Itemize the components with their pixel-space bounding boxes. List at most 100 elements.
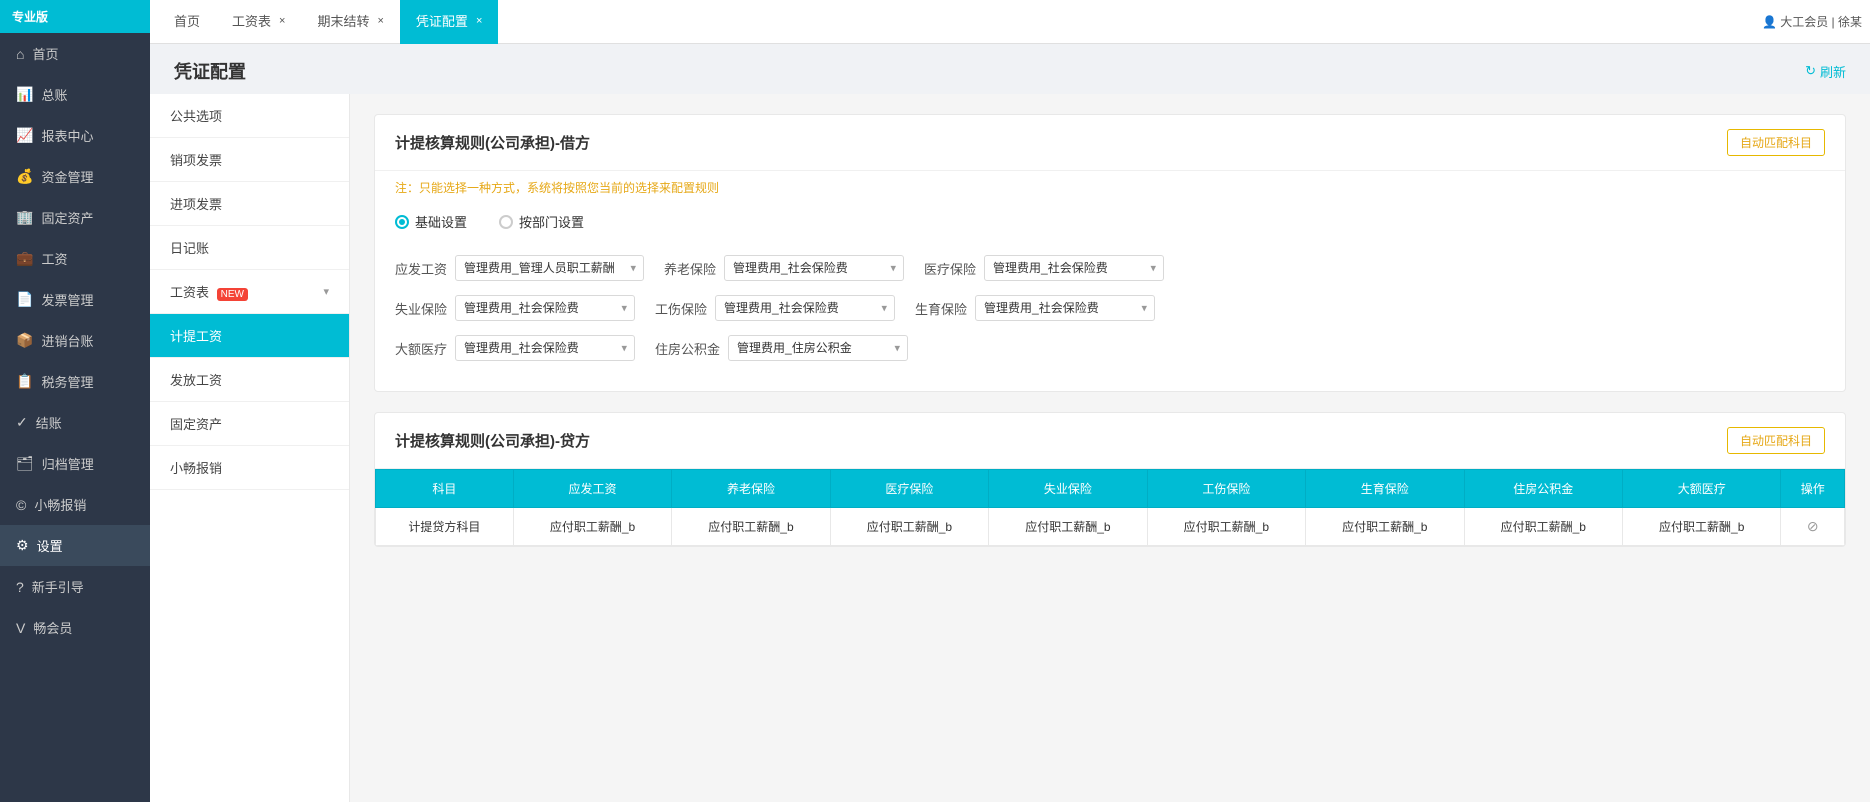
closing-icon: ✓ [16,414,28,431]
refresh-button[interactable]: ↻ 刷新 [1805,62,1846,81]
radio-basic-label: 基础设置 [415,212,467,231]
radio-dept-circle [499,215,513,229]
left-menu-item-debit-invoice[interactable]: 进项发票 [150,182,349,226]
select-injury[interactable]: 管理费用_社会保险费 [715,295,895,321]
refresh-icon: ↻ [1805,63,1816,79]
sidebar-item-reports[interactable]: 📈 报表中心 [0,115,150,156]
tab-salary-label: 工资表 [232,11,271,30]
left-menu-label: 销项发票 [170,150,222,169]
left-menu-label: 日记账 [170,238,209,257]
field-unemployment: 失业保险 管理费用_社会保险费 [395,295,635,321]
sidebar-item-label: 资金管理 [41,167,93,186]
sidebar-item-label: 归档管理 [42,454,94,473]
debit-auto-match-button[interactable]: 自动匹配科目 [1727,129,1825,156]
tab-home[interactable]: 首页 [158,0,216,44]
sidebar-item-closing[interactable]: ✓ 结账 [0,402,150,443]
sidebar-item-tax[interactable]: 📋 税务管理 [0,361,150,402]
th-unemployment: 失业保险 [989,470,1147,508]
tab-voucher-close[interactable]: × [476,15,482,27]
tab-voucher-label: 凭证配置 [416,11,468,30]
form-row-3: 大额医疗 管理费用_社会保险费 住房公积金 管理费用_住 [395,335,1825,361]
left-menu-item-credit-invoice[interactable]: 销项发票 [150,138,349,182]
select-wrapper-large-medical: 管理费用_社会保险费 [455,335,635,361]
label-housing-fund: 住房公积金 [655,339,720,358]
select-pension[interactable]: 管理费用_社会保险费 [724,255,904,281]
radio-group: 基础设置 按部门设置 [375,204,1845,243]
select-wrapper-pension: 管理费用_社会保险费 [724,255,904,281]
select-unemployment[interactable]: 管理费用_社会保险费 [455,295,635,321]
select-large-medical[interactable]: 管理费用_社会保险费 [455,335,635,361]
sidebar-item-label: 首页 [32,44,58,63]
debit-section-header: 计提核算规则(公司承担)-借方 自动匹配科目 [375,115,1845,171]
credit-table: 科目 应发工资 养老保险 医疗保险 失业保险 工伤保险 生育保险 住房公积金 大… [375,469,1845,546]
sidebar-item-purchase-sales[interactable]: 📦 进销台账 [0,320,150,361]
field-large-medical: 大额医疗 管理费用_社会保险费 [395,335,635,361]
tab-voucher-config[interactable]: 凭证配置 × [400,0,498,44]
sidebar-item-fixed-assets[interactable]: 🏢 固定资产 [0,197,150,238]
field-maternity: 生育保险 管理费用_社会保险费 [915,295,1155,321]
td-injury-val: 应付职工薪酬_b [1147,508,1305,546]
main-content: 计提核算规则(公司承担)-借方 自动匹配科目 注：只能选择一种方式，系统将按照您… [350,94,1870,802]
app-version-badge: 专业版 [0,0,150,33]
label-salary: 应发工资 [395,259,447,278]
page-title: 凭证配置 [174,58,246,84]
ledger-icon: 📊 [16,86,33,103]
select-housing-fund[interactable]: 管理费用_住房公积金 [728,335,908,361]
sidebar-item-invoice[interactable]: 📄 发票管理 [0,279,150,320]
left-menu-item-public[interactable]: 公共选项 [150,94,349,138]
fund-icon: 💰 [16,168,33,185]
sidebar-item-fund[interactable]: 💰 资金管理 [0,156,150,197]
tab-salary-close[interactable]: × [279,15,285,27]
credit-auto-match-button[interactable]: 自动匹配科目 [1727,427,1825,454]
left-menu-label: 发放工资 [170,370,222,389]
select-wrapper-unemployment: 管理费用_社会保险费 [455,295,635,321]
debit-section-title: 计提核算规则(公司承担)-借方 [395,132,590,153]
sidebar-item-label: 发票管理 [41,290,93,309]
left-menu-item-xiaochang-expense[interactable]: 小畅报销 [150,446,349,490]
sidebar-item-general-ledger[interactable]: 📊 总账 [0,74,150,115]
xiaochang-icon: © [16,497,26,513]
refresh-label: 刷新 [1820,62,1846,81]
left-menu-item-fixed-assets[interactable]: 固定资产 [150,402,349,446]
tab-period-label: 期末结转 [317,11,369,30]
left-menu-item-calc-salary[interactable]: 计提工资 [150,314,349,358]
left-menu-item-pay-salary[interactable]: 发放工资 [150,358,349,402]
tab-period-close[interactable]: × [377,15,383,27]
field-housing-fund: 住房公积金 管理费用_住房公积金 [655,335,908,361]
form-row-2: 失业保险 管理费用_社会保险费 工伤保险 管理费用_社会 [395,295,1825,321]
th-pension: 养老保险 [672,470,830,508]
guide-icon: ? [16,579,24,595]
edit-icon[interactable]: ⊘ [1807,518,1819,534]
archive-icon: 🗂 [16,455,34,472]
radio-basic[interactable]: 基础设置 [395,212,467,231]
sidebar-item-label: 固定资产 [41,208,93,227]
td-salary-val: 应付职工薪酬_b [513,508,671,546]
sidebar-item-xiaochang[interactable]: © 小畅报销 [0,484,150,525]
sidebar-item-home[interactable]: ⌂ 首页 [0,33,150,74]
tab-period-closing[interactable]: 期末结转 × [301,0,399,44]
sidebar-item-label: 报表中心 [41,126,93,145]
sidebar-item-label: 结账 [36,413,62,432]
label-large-medical: 大额医疗 [395,339,447,358]
radio-dept[interactable]: 按部门设置 [499,212,584,231]
select-maternity[interactable]: 管理费用_社会保险费 [975,295,1155,321]
select-salary[interactable]: 管理费用_管理人员职工薪酬 [455,255,644,281]
radio-dept-label: 按部门设置 [519,212,584,231]
left-menu: 公共选项 销项发票 进项发票 日记账 工资表 NEW ▾ 计提工资 [150,94,350,802]
sidebar-item-archive[interactable]: 🗂 归档管理 [0,443,150,484]
left-menu-item-salary-table[interactable]: 工资表 NEW ▾ [150,270,349,314]
td-unemployment-val: 应付职工薪酬_b [989,508,1147,546]
page-header: 凭证配置 ↻ 刷新 [150,44,1870,94]
sidebar-item-salary[interactable]: 💼 工资 [0,238,150,279]
sidebar-item-guide[interactable]: ? 新手引导 [0,566,150,607]
left-menu-label: 工资表 NEW [170,282,248,301]
td-action: ⊘ [1781,508,1845,546]
sidebar-item-settings[interactable]: ⚙ 设置 [0,525,150,566]
select-medical[interactable]: 管理费用_社会保险费 [984,255,1164,281]
left-menu-label: 进项发票 [170,194,222,213]
sidebar-item-member[interactable]: V 畅会员 [0,607,150,648]
tab-salary-table[interactable]: 工资表 × [216,0,301,44]
top-nav: 首页 工资表 × 期末结转 × 凭证配置 × 👤 大工会员 | 徐某 [150,0,1870,44]
main-area: 首页 工资表 × 期末结转 × 凭证配置 × 👤 大工会员 | 徐某 凭证配置 … [150,0,1870,802]
left-menu-item-journal[interactable]: 日记账 [150,226,349,270]
